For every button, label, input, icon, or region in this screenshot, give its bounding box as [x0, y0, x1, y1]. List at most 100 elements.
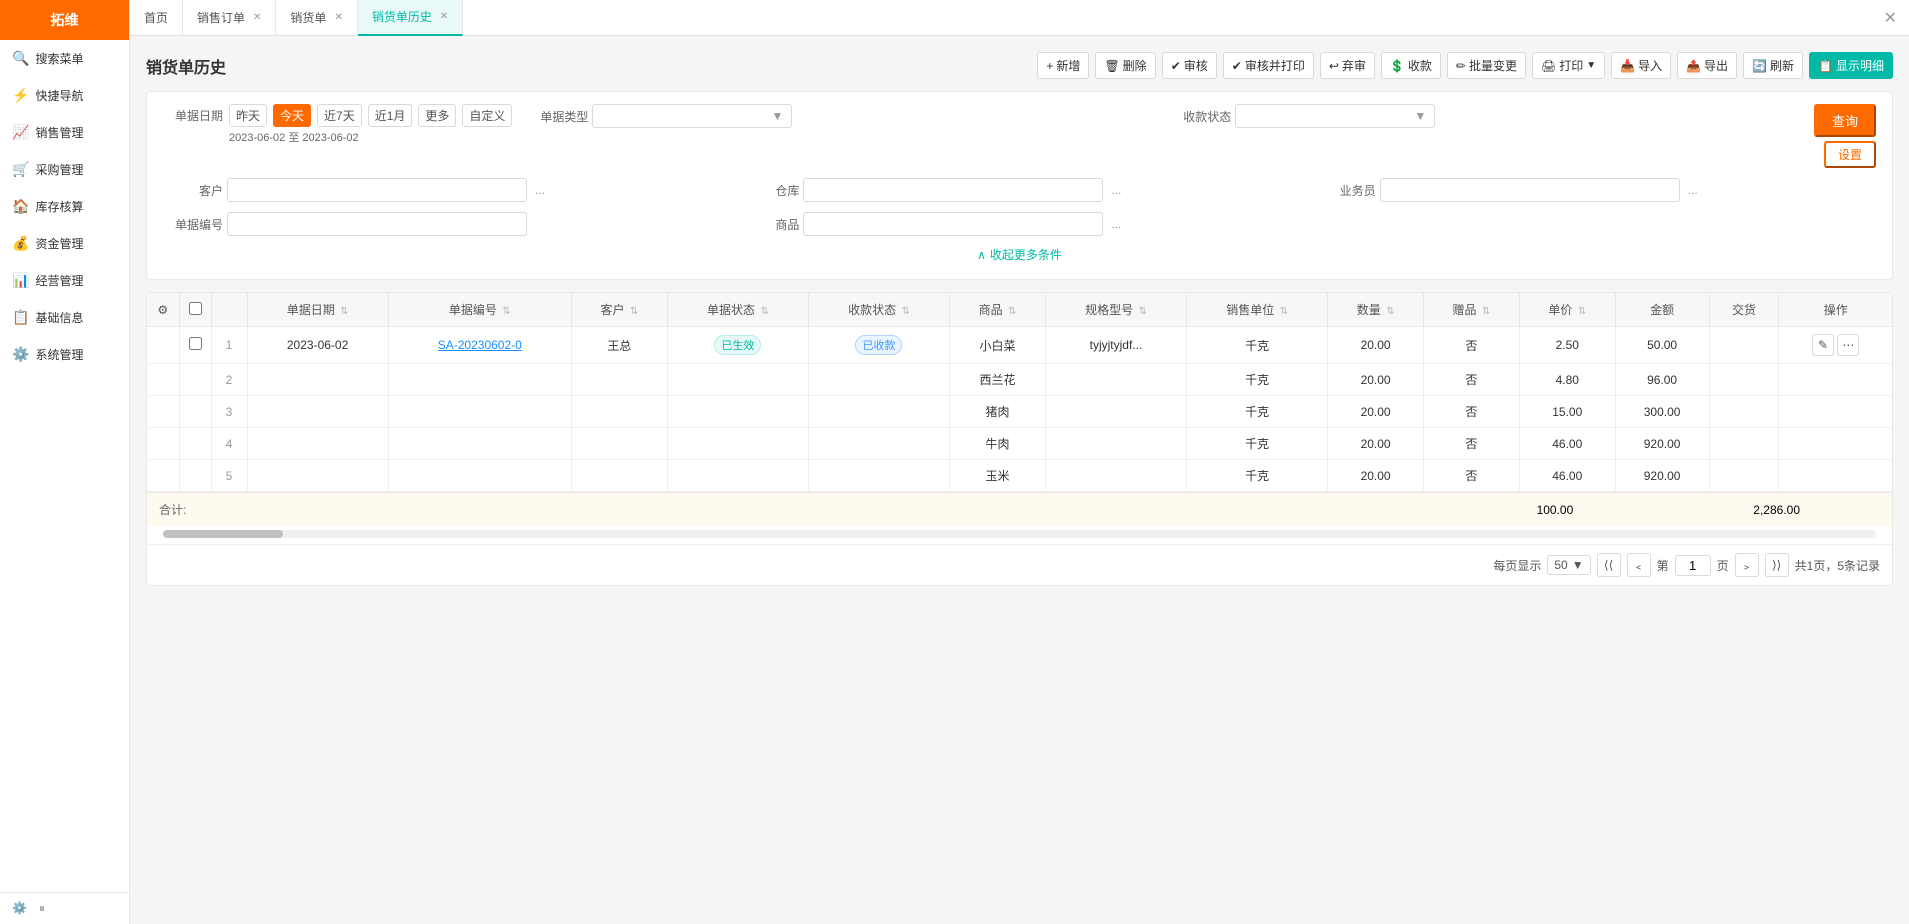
sidebar-item-basic-info[interactable]: 📋 基础信息 — [0, 299, 129, 336]
col-docstatus-header[interactable]: 单据状态 ⇅ — [667, 293, 808, 327]
tabs-close-all-button[interactable]: ✕ — [1872, 8, 1909, 28]
tab-home[interactable]: 首页 — [130, 0, 183, 36]
agent-ellipsis-button[interactable]: ... — [1684, 183, 1702, 197]
date-btn-1month[interactable]: 近1月 — [368, 104, 413, 127]
sidebar-item-search-menu[interactable]: 🔍 搜索菜单 — [0, 40, 129, 77]
row-checkbox[interactable] — [189, 337, 202, 350]
row-number: 2 — [211, 364, 247, 396]
goods-input[interactable] — [803, 212, 1103, 236]
date-btn-yesterday[interactable]: 昨天 — [229, 104, 267, 127]
cart-icon: 🛒 — [12, 161, 29, 178]
sidebar-item-inventory-calc[interactable]: 🏠 库存核算 — [0, 188, 129, 225]
customer-ellipsis-button[interactable]: ... — [531, 183, 549, 197]
print-button[interactable]: 🖨 打印 ▼ — [1532, 52, 1605, 79]
date-btn-custom[interactable]: 自定义 — [462, 104, 512, 127]
row-doc-num[interactable] — [388, 364, 571, 396]
row-gift: 否 — [1424, 428, 1520, 460]
type-select[interactable]: ▼ — [592, 104, 792, 128]
table-row: 5 玉米 千克 20.00 否 46.00 920.00 — [147, 460, 1892, 492]
col-goods-header[interactable]: 商品 ⇅ — [950, 293, 1046, 327]
last-page-button[interactable]: ⟩⟩ — [1765, 553, 1789, 577]
abandon-button[interactable]: ↩ 弃审 — [1320, 52, 1375, 79]
col-gift-header[interactable]: 赠品 ⇅ — [1424, 293, 1520, 327]
sidebar-item-quick-nav[interactable]: ⚡ 快捷导航 — [0, 77, 129, 114]
sidebar-item-operation-mgmt[interactable]: 📊 经营管理 — [0, 262, 129, 299]
sidebar-item-system-mgmt[interactable]: ⚙️ 系统管理 — [0, 336, 129, 373]
warehouse-ellipsis-button[interactable]: ... — [1107, 183, 1125, 197]
col-gear-header[interactable]: ⚙ — [147, 293, 179, 327]
sidebar-item-fund-mgmt[interactable]: 💰 资金管理 — [0, 225, 129, 262]
col-price-header[interactable]: 单价 ⇅ — [1519, 293, 1615, 327]
col-qty-header[interactable]: 数量 ⇅ — [1328, 293, 1424, 327]
col-check-header[interactable] — [179, 293, 211, 327]
pause-bottom-icon[interactable]: ⏸ — [39, 901, 45, 916]
page-number-input[interactable] — [1675, 555, 1711, 576]
tab-sales-history[interactable]: 销货单历史 ✕ — [358, 0, 463, 36]
warehouse-input[interactable] — [803, 178, 1103, 202]
collect-button[interactable]: 💲 收款 — [1381, 52, 1441, 79]
date-btn-today[interactable]: 今天 — [273, 104, 311, 127]
row-gift: 否 — [1424, 327, 1520, 364]
page-size-select[interactable]: 50 ▼ — [1547, 555, 1590, 575]
row-amount: 300.00 — [1615, 396, 1709, 428]
row-doc-num[interactable]: SA-20230602-0 — [388, 327, 571, 364]
first-page-button[interactable]: ⟨⟨ — [1597, 553, 1621, 577]
settings-bottom-icon[interactable]: ⚙️ — [12, 901, 27, 916]
row-more-button[interactable]: ⋯ — [1837, 334, 1859, 356]
row-trade — [1709, 428, 1779, 460]
new-button[interactable]: + 新增 — [1037, 52, 1089, 79]
row-checkbox-cell[interactable] — [179, 327, 211, 364]
date-btn-7days[interactable]: 近7天 — [317, 104, 362, 127]
goods-label: 商品 — [739, 216, 799, 233]
sidebar-item-purchase-mgmt[interactable]: 🛒 采购管理 — [0, 151, 129, 188]
prev-page-button[interactable]: ﹤ — [1627, 553, 1651, 577]
import-button[interactable]: 📥 导入 — [1611, 52, 1671, 79]
page-title: 销货单历史 — [146, 54, 226, 78]
collapse-filter-button[interactable]: ∧ 收起更多条件 — [163, 242, 1876, 267]
sidebar-item-sales-mgmt[interactable]: 📈 销售管理 — [0, 114, 129, 151]
page-header: 销货单历史 + 新增 🗑 删除 ✔ 审核 ✔ 审核并打印 — [146, 52, 1893, 79]
setting-button[interactable]: 设置 — [1824, 141, 1876, 168]
row-edit-button[interactable]: ✎ — [1812, 334, 1834, 356]
sidebar-item-label: 采购管理 — [35, 161, 83, 178]
col-spec-header[interactable]: 规格型号 ⇅ — [1045, 293, 1186, 327]
next-page-button[interactable]: ﹥ — [1735, 553, 1759, 577]
row-doc-num[interactable] — [388, 428, 571, 460]
row-price: 46.00 — [1519, 428, 1615, 460]
tab-sales-history-close[interactable]: ✕ — [440, 11, 448, 22]
row-doc-num[interactable] — [388, 460, 571, 492]
query-button[interactable]: 查询 — [1814, 104, 1876, 137]
col-unit-header[interactable]: 销售单位 ⇅ — [1187, 293, 1328, 327]
horizontal-scrollbar[interactable] — [147, 526, 1892, 544]
col-customer-header[interactable]: 客户 ⇅ — [571, 293, 667, 327]
tab-sales-history-label: 销货单历史 — [372, 8, 432, 25]
refresh-button[interactable]: 🔄 刷新 — [1743, 52, 1803, 79]
col-docnum-header[interactable]: 单据编号 ⇅ — [388, 293, 571, 327]
export-button[interactable]: 📤 导出 — [1677, 52, 1737, 79]
delete-button[interactable]: 🗑 删除 — [1095, 52, 1155, 79]
date-btn-more[interactable]: 更多 — [418, 104, 456, 127]
row-doc-num[interactable] — [388, 396, 571, 428]
audit-print-button[interactable]: ✔ 审核并打印 — [1223, 52, 1314, 79]
tab-sales-goods-close[interactable]: ✕ — [334, 12, 342, 23]
goods-ellipsis-button[interactable]: ... — [1107, 217, 1125, 231]
payment-select[interactable]: ▼ — [1235, 104, 1435, 128]
batch-change-button[interactable]: ✏ 批量变更 — [1447, 52, 1526, 79]
col-paystatus-header[interactable]: 收款状态 ⇅ — [808, 293, 949, 327]
tab-sales-goods[interactable]: 销货单 ✕ — [276, 0, 357, 36]
agent-input[interactable] — [1380, 178, 1680, 202]
col-amount-header: 金额 — [1615, 293, 1709, 327]
row-date — [247, 428, 388, 460]
tab-sales-order-close[interactable]: ✕ — [253, 12, 261, 23]
customer-input[interactable] — [227, 178, 527, 202]
show-detail-button[interactable]: 📋 显示明细 — [1809, 52, 1893, 79]
audit-button[interactable]: ✔ 审核 — [1162, 52, 1217, 79]
select-all-checkbox[interactable] — [189, 302, 202, 315]
doc-num-link[interactable]: SA-20230602-0 — [438, 338, 522, 352]
row-goods: 玉米 — [950, 460, 1046, 492]
row-doc-status — [667, 364, 808, 396]
col-date-header[interactable]: 单据日期 ⇅ — [247, 293, 388, 327]
tab-sales-order[interactable]: 销售订单 ✕ — [183, 0, 276, 36]
refresh-icon: 🔄 — [1752, 59, 1767, 73]
doc-num-input[interactable] — [227, 212, 527, 236]
